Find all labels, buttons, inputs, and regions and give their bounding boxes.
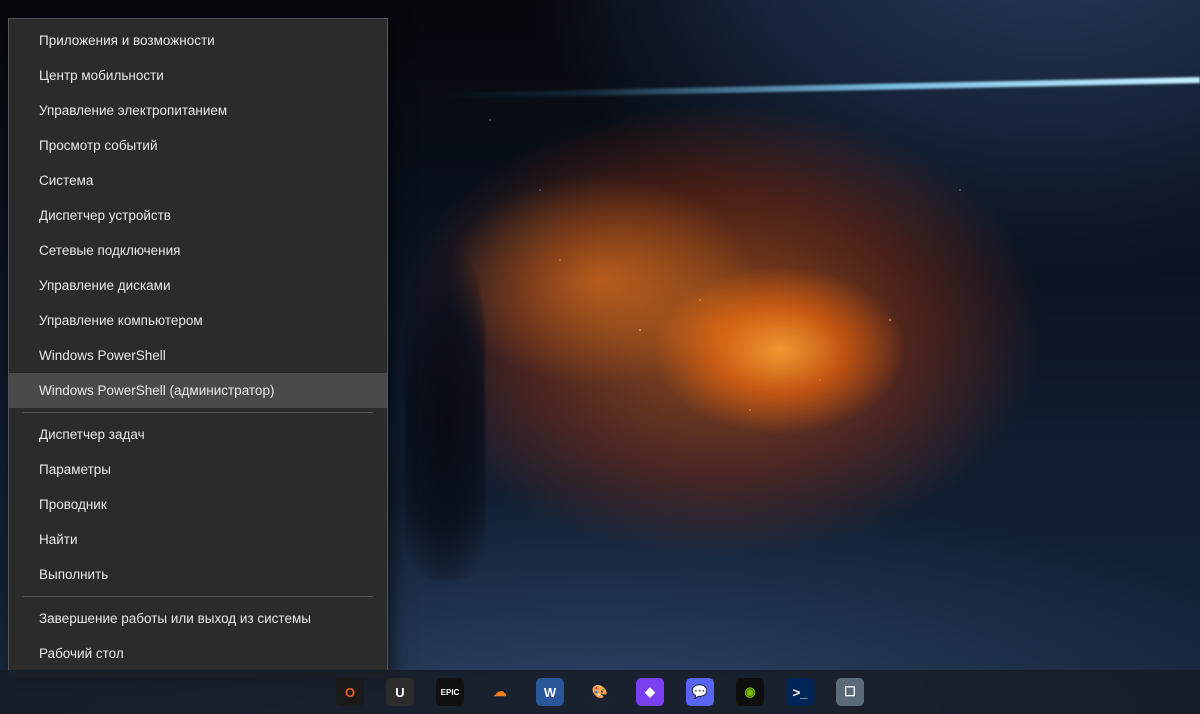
discord-icon: 💬 <box>686 678 714 706</box>
taskbar-icon-sandbox[interactable]: ☐ <box>827 670 873 714</box>
origin-icon: O <box>336 678 364 706</box>
menu-separator <box>23 596 373 597</box>
winx-menu-item[interactable]: Сетевые подключения <box>9 233 387 268</box>
taskbar-icon-nvidia[interactable]: ◉ <box>727 670 773 714</box>
taskbar-icon-affinity[interactable]: ◆ <box>627 670 673 714</box>
cloudflare-icon: ☁ <box>486 678 514 706</box>
winx-menu-item[interactable]: Найти <box>9 522 387 557</box>
menu-separator <box>23 412 373 413</box>
winx-menu-item[interactable]: Управление компьютером <box>9 303 387 338</box>
word-icon: W <box>536 678 564 706</box>
taskbar-icon-ubisoft[interactable]: U <box>377 670 423 714</box>
winx-menu-item[interactable]: Windows PowerShell <box>9 338 387 373</box>
winx-menu-item[interactable]: Управление электропитанием <box>9 93 387 128</box>
wallpaper-beam <box>440 77 1200 99</box>
winx-menu-item[interactable]: Выполнить <box>9 557 387 592</box>
winx-menu-item[interactable]: Windows PowerShell (администратор) <box>9 373 387 408</box>
winx-menu-item[interactable]: Диспетчер устройств <box>9 198 387 233</box>
winx-menu-item[interactable]: Проводник <box>9 487 387 522</box>
winx-menu-item[interactable]: Завершение работы или выход из системы <box>9 601 387 636</box>
taskbar-icon-cloudflare[interactable]: ☁ <box>477 670 523 714</box>
taskbar: OU EPIC ☁ W 🎨 ◆ 💬 ◉ >_ ☐ <box>0 670 1200 714</box>
winx-context-menu: Приложения и возможностиЦентр мобильност… <box>8 18 388 676</box>
winx-menu-item[interactable]: Центр мобильности <box>9 58 387 93</box>
paint-icon: 🎨 <box>586 678 614 706</box>
winx-menu-item[interactable]: Система <box>9 163 387 198</box>
sandbox-icon: ☐ <box>836 678 864 706</box>
affinity-icon: ◆ <box>636 678 664 706</box>
taskbar-icon-origin[interactable]: O <box>327 670 373 714</box>
powershell-icon: >_ <box>786 678 814 706</box>
winx-menu-item[interactable]: Приложения и возможности <box>9 23 387 58</box>
taskbar-icon-powershell[interactable]: >_ <box>777 670 823 714</box>
wallpaper-silhouette <box>405 240 485 580</box>
winx-menu-item[interactable]: Диспетчер задач <box>9 417 387 452</box>
winx-menu-item[interactable]: Управление дисками <box>9 268 387 303</box>
taskbar-icon-epic-games[interactable]: EPIC <box>427 670 473 714</box>
winx-menu-item[interactable]: Параметры <box>9 452 387 487</box>
taskbar-icon-word[interactable]: W <box>527 670 573 714</box>
winx-menu-item[interactable]: Рабочий стол <box>9 636 387 671</box>
taskbar-icon-paint[interactable]: 🎨 <box>577 670 623 714</box>
nvidia-icon: ◉ <box>736 678 764 706</box>
ubisoft-icon: U <box>386 678 414 706</box>
winx-menu-item[interactable]: Просмотр событий <box>9 128 387 163</box>
taskbar-icon-discord[interactable]: 💬 <box>677 670 723 714</box>
epic-games-icon: EPIC <box>436 678 464 706</box>
